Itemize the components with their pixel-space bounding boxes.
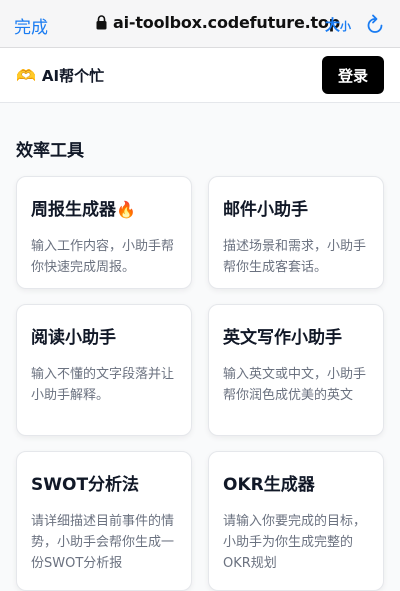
brand[interactable]: 🫶 AI帮个忙 (16, 65, 104, 86)
card-title: OKR生成器 (223, 475, 315, 495)
text-size-button[interactable]: 大小 (325, 14, 351, 35)
url-text: ai-toolbox.codefuture.top (113, 13, 340, 32)
done-button[interactable]: 完成 (14, 13, 48, 38)
card-description: 输入不懂的文字段落并让小助手解释。 (31, 367, 175, 403)
tool-card-email-assistant[interactable]: 邮件小助手 描述场景和需求，小助手帮你生成客套话。 (208, 176, 384, 289)
card-title: SWOT分析法 (31, 475, 140, 495)
tool-card-reading-assistant[interactable]: 阅读小助手 输入不懂的文字段落并让小助手解释。 (16, 304, 192, 436)
reload-icon[interactable] (365, 13, 385, 35)
tool-card-english-writing[interactable]: 英文写作小助手 输入英文或中文，小助手帮你润色成优美的英文 (208, 304, 384, 436)
url-field[interactable]: ai-toolbox.codefuture.top (96, 13, 340, 32)
card-title: 阅读小助手 (31, 328, 116, 348)
tool-card-weekly-report[interactable]: 周报生成器🔥 输入工作内容，小助手帮你快速完成周报。 (16, 176, 192, 289)
fire-icon: 🔥 (116, 200, 136, 219)
card-title: 邮件小助手 (223, 200, 308, 220)
card-description: 描述场景和需求，小助手帮你生成客套话。 (223, 239, 367, 275)
app-header: 🫶 AI帮个忙 登录 (0, 48, 400, 103)
login-button[interactable]: 登录 (322, 56, 384, 94)
card-description: 输入工作内容，小助手帮你快速完成周报。 (31, 239, 175, 275)
tool-card-okr[interactable]: OKR生成器 请输入你要完成的目标，小助手为你生成完整的OKR规划 (208, 451, 384, 591)
heart-hands-icon: 🫶 (16, 66, 36, 85)
section-title: 效率工具 (16, 141, 84, 161)
card-title: 周报生成器🔥 (31, 195, 177, 220)
brand-name: AI帮个忙 (41, 67, 105, 85)
lock-icon (96, 15, 107, 30)
text-size-small-label: 小 (340, 20, 352, 33)
card-description: 请详细描述目前事件的情势，小助手会帮你生成一份SWOT分析报 (31, 514, 175, 571)
card-title: 英文写作小助手 (223, 328, 342, 348)
card-description: 请输入你要完成的目标，小助手为你生成完整的OKR规划 (223, 514, 367, 571)
text-size-big-label: 大 (325, 16, 341, 34)
card-title-text: 周报生成器 (31, 200, 116, 220)
card-description: 输入英文或中文，小助手帮你润色成优美的英文 (223, 367, 367, 403)
browser-address-bar: 完成 ai-toolbox.codefuture.top 大小 (0, 0, 400, 48)
tool-card-swot[interactable]: SWOT分析法 请详细描述目前事件的情势，小助手会帮你生成一份SWOT分析报 (16, 451, 192, 591)
